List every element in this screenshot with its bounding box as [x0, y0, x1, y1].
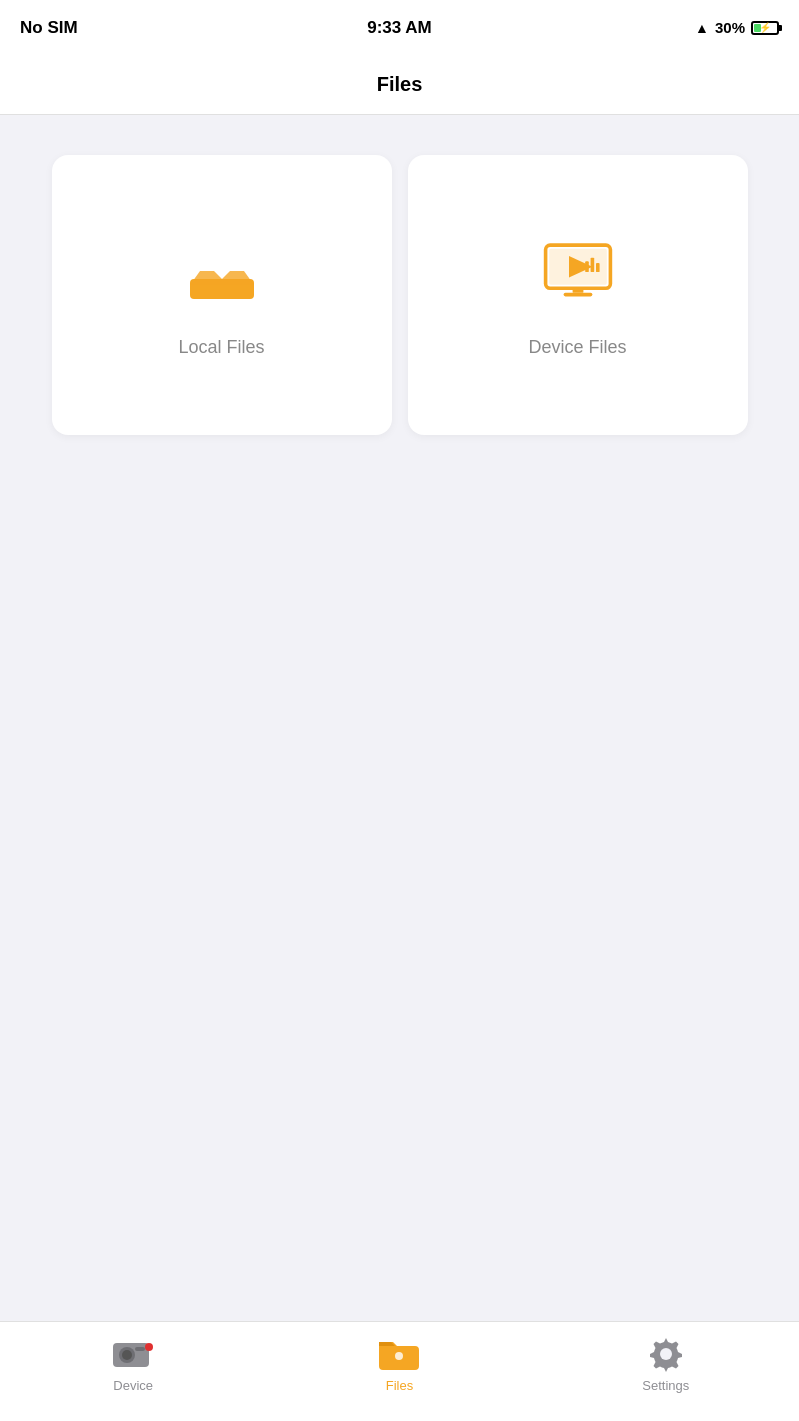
- cards-container: Local Files: [20, 155, 779, 435]
- battery-icon: ⚡: [751, 21, 779, 35]
- sim-status: No SIM: [20, 18, 78, 38]
- tab-bar: Device Files Settings: [0, 1321, 799, 1421]
- svg-point-17: [660, 1348, 672, 1360]
- device-tab-icon: [111, 1336, 155, 1372]
- location-icon: ▲: [695, 20, 709, 36]
- local-files-label: Local Files: [178, 337, 264, 358]
- tab-settings-label: Settings: [642, 1378, 689, 1393]
- page-title: Files: [377, 73, 423, 96]
- tab-files-label: Files: [386, 1378, 413, 1393]
- svg-point-16: [395, 1352, 403, 1360]
- svg-rect-9: [572, 288, 583, 293]
- device-files-card[interactable]: Device Files: [408, 155, 748, 435]
- status-bar: No SIM 9:33 AM ▲ 30% ⚡: [0, 0, 799, 55]
- local-files-card[interactable]: Local Files: [52, 155, 392, 435]
- svg-rect-8: [596, 263, 600, 272]
- svg-rect-7: [590, 257, 594, 271]
- tab-files[interactable]: Files: [266, 1332, 532, 1393]
- svg-rect-14: [135, 1347, 145, 1351]
- charging-bolt: ⚡: [759, 22, 771, 33]
- status-right: ▲ 30% ⚡: [695, 19, 779, 36]
- tab-settings[interactable]: Settings: [533, 1332, 799, 1393]
- svg-point-13: [122, 1350, 132, 1360]
- svg-point-15: [145, 1343, 153, 1351]
- tab-device[interactable]: Device: [0, 1332, 266, 1393]
- settings-tab-icon: [644, 1336, 688, 1372]
- files-tab-icon: [377, 1336, 421, 1372]
- battery-indicator: ⚡: [751, 21, 779, 35]
- local-files-icon: [182, 233, 262, 313]
- nav-header: Files: [0, 55, 799, 115]
- battery-percent: 30%: [715, 19, 745, 36]
- time-display: 9:33 AM: [367, 18, 432, 38]
- device-files-icon: [538, 233, 618, 313]
- tab-device-label: Device: [113, 1378, 153, 1393]
- svg-rect-6: [585, 261, 589, 272]
- device-files-label: Device Files: [528, 337, 626, 358]
- svg-rect-10: [563, 292, 592, 296]
- main-content: Local Files: [0, 115, 799, 1321]
